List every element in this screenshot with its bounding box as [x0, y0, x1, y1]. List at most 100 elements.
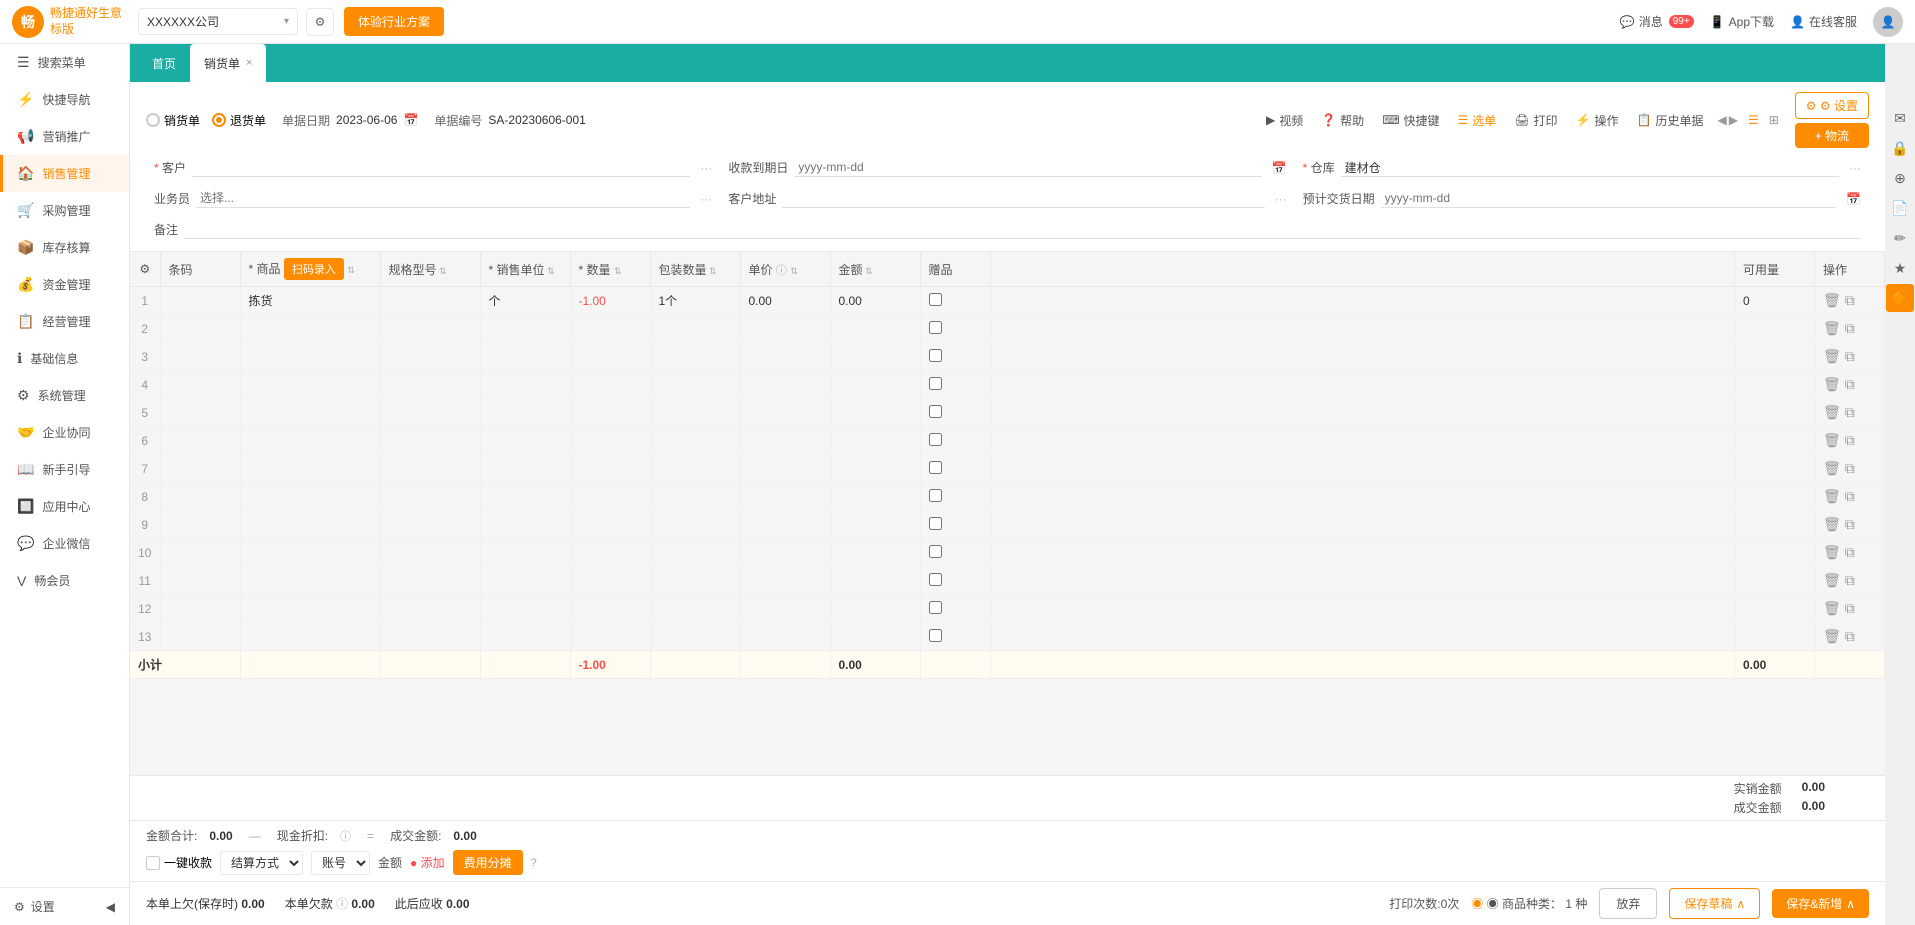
row-unit-12[interactable]: [480, 623, 570, 651]
row-pack-3[interactable]: [650, 371, 740, 399]
sidebar-item-1[interactable]: ⚡快捷导航: [0, 81, 129, 118]
row-gift-check-12[interactable]: [929, 629, 942, 642]
row-qty-2[interactable]: [570, 343, 650, 371]
sidebar-item-2[interactable]: 📢营销推广: [0, 118, 129, 155]
row-pack-0[interactable]: 1个: [650, 287, 740, 315]
row-amount-6[interactable]: [830, 455, 920, 483]
row-barcode-7[interactable]: [160, 483, 240, 511]
row-gift-3[interactable]: [920, 371, 990, 399]
row-price-6[interactable]: [740, 455, 830, 483]
row-spec-2[interactable]: [380, 343, 480, 371]
row-gift-check-7[interactable]: [929, 489, 942, 502]
delete-icon-0[interactable]: 🗑: [1823, 292, 1841, 309]
row-unit-11[interactable]: [480, 595, 570, 623]
delete-icon-7[interactable]: 🗑: [1823, 488, 1841, 505]
account-select[interactable]: 账号: [311, 851, 370, 875]
save-draft-button[interactable]: 保存草稿 ∧: [1669, 888, 1760, 919]
row-amount-7[interactable]: [830, 483, 920, 511]
copy-icon-8[interactable]: ⧉: [1845, 516, 1855, 533]
row-gift-6[interactable]: [920, 455, 990, 483]
row-product-0[interactable]: 拣货: [240, 287, 380, 315]
row-price-4[interactable]: [740, 399, 830, 427]
row-barcode-1[interactable]: [160, 315, 240, 343]
row-price-7[interactable]: [740, 483, 830, 511]
row-qty-3[interactable]: [570, 371, 650, 399]
right-icon-mail[interactable]: ✉: [1886, 104, 1914, 132]
row-qty-4[interactable]: [570, 399, 650, 427]
row-amount-8[interactable]: [830, 511, 920, 539]
row-price-8[interactable]: [740, 511, 830, 539]
row-amount-10[interactable]: [830, 567, 920, 595]
delete-icon-1[interactable]: 🗑: [1823, 320, 1841, 337]
right-icon-add[interactable]: ⊕: [1886, 164, 1914, 192]
row-product-8[interactable]: [240, 511, 380, 539]
right-icon-note[interactable]: 📄: [1886, 194, 1914, 222]
copy-icon-3[interactable]: ⧉: [1845, 376, 1855, 393]
row-unit-2[interactable]: [480, 343, 570, 371]
settings-icon[interactable]: ⚙: [306, 8, 334, 36]
tab-sales-order[interactable]: 销货单 ×: [190, 44, 266, 82]
row-spec-3[interactable]: [380, 371, 480, 399]
app-download-btn[interactable]: 📱 App下载: [1710, 13, 1774, 30]
save-new-button[interactable]: 保存&新增 ∧: [1772, 889, 1869, 918]
row-gift-10[interactable]: [920, 567, 990, 595]
avatar[interactable]: 👤: [1873, 7, 1903, 37]
row-qty-9[interactable]: [570, 539, 650, 567]
sidebar-item-14[interactable]: V畅会员: [0, 562, 129, 599]
sidebar-item-13[interactable]: 💬企业微信: [0, 525, 129, 562]
row-gift-check-4[interactable]: [929, 405, 942, 418]
radio-sales[interactable]: 销货单: [146, 112, 200, 129]
row-unit-7[interactable]: [480, 483, 570, 511]
row-product-4[interactable]: [240, 399, 380, 427]
copy-icon-4[interactable]: ⧉: [1845, 404, 1855, 421]
salesperson-input[interactable]: [196, 189, 690, 208]
delete-icon-2[interactable]: 🗑: [1823, 348, 1841, 365]
row-pack-8[interactable]: [650, 511, 740, 539]
row-gift-check-8[interactable]: [929, 517, 942, 530]
row-gift-check-10[interactable]: [929, 573, 942, 586]
row-spec-1[interactable]: [380, 315, 480, 343]
select-btn[interactable]: ☰ 选单: [1454, 110, 1501, 131]
row-product-7[interactable]: [240, 483, 380, 511]
row-pack-10[interactable]: [650, 567, 740, 595]
prev-icon[interactable]: ◀: [1718, 113, 1727, 127]
customer-dots-icon[interactable]: ···: [700, 161, 712, 175]
row-barcode-6[interactable]: [160, 455, 240, 483]
online-service-btn[interactable]: 👤 在线客服: [1790, 13, 1857, 30]
row-gift-5[interactable]: [920, 427, 990, 455]
row-gift-1[interactable]: [920, 315, 990, 343]
row-gift-4[interactable]: [920, 399, 990, 427]
row-pack-4[interactable]: [650, 399, 740, 427]
table-scroll[interactable]: ⚙ 条码 * 商品 扫码录入 规格型号 * 销售单位 * 数量 包装数量: [130, 252, 1885, 775]
row-pack-12[interactable]: [650, 623, 740, 651]
add-button[interactable]: ● 添加: [410, 854, 445, 871]
col-settings-header[interactable]: ⚙: [130, 252, 160, 287]
row-unit-8[interactable]: [480, 511, 570, 539]
delete-icon-9[interactable]: 🗑: [1823, 544, 1841, 561]
row-barcode-4[interactable]: [160, 399, 240, 427]
row-gift-check-5[interactable]: [929, 433, 942, 446]
row-barcode-8[interactable]: [160, 511, 240, 539]
video-btn[interactable]: ▶ 视频: [1262, 110, 1307, 131]
row-qty-1[interactable]: [570, 315, 650, 343]
delete-icon-4[interactable]: 🗑: [1823, 404, 1841, 421]
operate-btn[interactable]: ⚡ 操作: [1572, 110, 1623, 131]
settle-method-select[interactable]: 结算方式: [220, 851, 303, 875]
copy-icon-1[interactable]: ⧉: [1845, 320, 1855, 337]
customer-input[interactable]: [192, 158, 690, 177]
row-qty-5[interactable]: [570, 427, 650, 455]
row-spec-0[interactable]: [380, 287, 480, 315]
row-gift-12[interactable]: [920, 623, 990, 651]
row-product-1[interactable]: [240, 315, 380, 343]
row-barcode-5[interactable]: [160, 427, 240, 455]
row-amount-2[interactable]: [830, 343, 920, 371]
row-amount-1[interactable]: [830, 315, 920, 343]
sidebar-item-8[interactable]: ℹ基础信息: [0, 340, 129, 377]
row-price-3[interactable]: [740, 371, 830, 399]
warehouse-dots-icon[interactable]: ···: [1849, 161, 1861, 175]
row-spec-5[interactable]: [380, 427, 480, 455]
row-gift-check-11[interactable]: [929, 601, 942, 614]
row-qty-12[interactable]: [570, 623, 650, 651]
sidebar-item-7[interactable]: 📋经营管理: [0, 303, 129, 340]
row-spec-11[interactable]: [380, 595, 480, 623]
